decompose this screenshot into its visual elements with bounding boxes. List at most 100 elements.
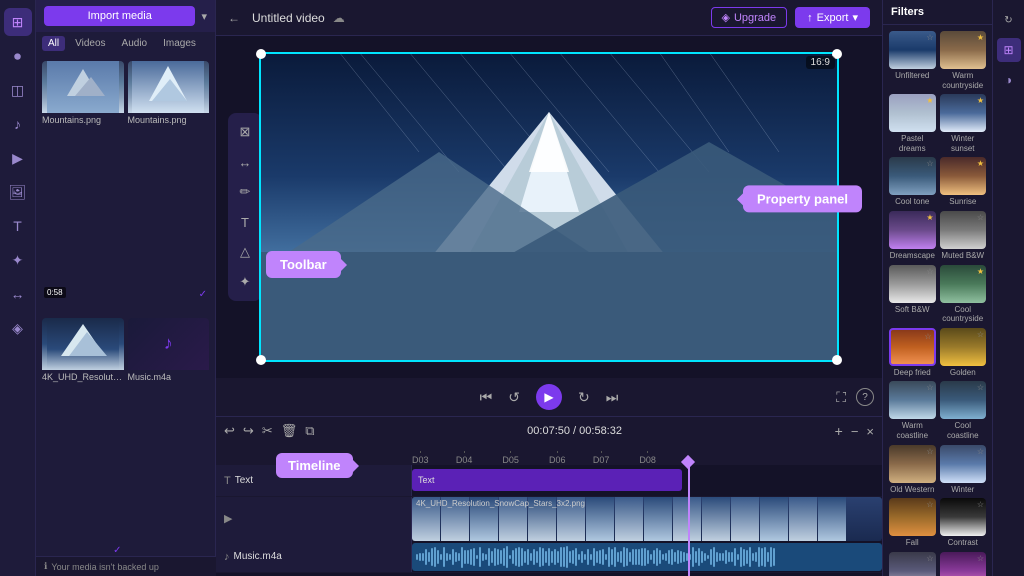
audio-bar — [596, 551, 598, 563]
favorite-icon: ★ — [977, 33, 984, 42]
audio-clip[interactable]: // Generate audio bars - will be added d… — [412, 543, 882, 571]
video-frame — [731, 497, 759, 541]
list-item[interactable]: ☆Cool coastline — [940, 381, 987, 440]
timeline-close-button[interactable]: × — [866, 424, 874, 439]
help-button[interactable]: ? — [856, 388, 874, 406]
video-track-icon: ▶ — [224, 512, 232, 525]
audio-bar — [671, 549, 673, 565]
audio-bar — [752, 553, 754, 562]
import-media-button[interactable]: Import media — [44, 6, 195, 26]
audio-bar — [656, 548, 658, 566]
back-icon[interactable]: ← — [228, 11, 240, 25]
list-item[interactable]: ★Sunrise — [940, 157, 987, 207]
list-item[interactable]: 0:58 Mountains.png — [42, 61, 124, 314]
info-icon: ℹ — [44, 561, 47, 572]
list-item[interactable]: ✓ Mountains.png — [128, 61, 210, 314]
export-button[interactable]: ↑ Export ▾ — [795, 7, 870, 28]
sticker-button[interactable]: ✦ — [232, 269, 258, 295]
sidebar-item-stock-images[interactable]: 🖼 — [4, 178, 32, 206]
list-item[interactable]: ★Pastel dreams — [889, 94, 936, 153]
sidebar-filters-icon[interactable]: ⊞ — [997, 38, 1021, 62]
list-item[interactable]: ☆Muted B&W — [940, 211, 987, 261]
sidebar-item-templates[interactable]: ◫ — [4, 76, 32, 104]
timeline-playhead[interactable] — [688, 465, 690, 576]
list-item[interactable]: ☆Soft B&W — [889, 265, 936, 324]
video-clip-label: 4K_UHD_Resolution_SnowCap_Stars_3x2.png — [416, 499, 585, 508]
sidebar-item-brand[interactable]: ◈ — [4, 314, 32, 342]
audio-bar — [716, 552, 718, 562]
skip-start-button[interactable]: ⏮ — [480, 389, 493, 406]
video-frame — [702, 497, 730, 541]
redo-button[interactable]: ↪ — [243, 423, 254, 439]
list-item[interactable]: ✓ 4K_UHD_Resolutio... — [42, 318, 124, 571]
sidebar-item-media[interactable]: ⊞ — [4, 8, 32, 36]
list-item[interactable]: ★Dreamscape — [889, 211, 936, 261]
duplicate-button[interactable]: ⧉ — [305, 423, 314, 439]
audio-bar — [674, 552, 676, 561]
media-tab-videos[interactable]: Videos — [69, 36, 111, 51]
sidebar-item-record[interactable]: ⏺ — [4, 42, 32, 70]
list-item[interactable]: ♪ Music.m4a — [128, 318, 210, 571]
list-item[interactable]: ☆Deep fried — [889, 328, 936, 378]
upgrade-button[interactable]: ◈ Upgrade — [711, 7, 788, 28]
draw-button[interactable]: ✏ — [232, 179, 258, 205]
sidebar-item-text[interactable]: T — [4, 212, 32, 240]
list-item[interactable]: ☆Warm coastline — [889, 381, 936, 440]
transform-button[interactable]: ↔ — [232, 149, 258, 175]
filter-thumbnail: ☆ — [889, 498, 936, 536]
list-item[interactable]: ★Winter sunset — [940, 94, 987, 153]
list-item[interactable]: ☆Old Western — [889, 445, 936, 495]
list-item[interactable]: ☆Contrast — [940, 498, 987, 548]
fast-forward-button[interactable]: ↻ — [578, 389, 590, 406]
track-body-video[interactable]: 4K_UHD_Resolution_SnowCap_Stars_3x2.png — [412, 497, 882, 541]
video-frame — [615, 497, 643, 541]
media-tab-images[interactable]: Images — [157, 36, 202, 51]
list-item[interactable]: ☆Unfiltered — [889, 31, 936, 90]
sidebar-item-transitions[interactable]: ↔ — [4, 280, 32, 308]
skip-end-button[interactable]: ⏭ — [606, 389, 619, 406]
sidebar-item-graphics[interactable]: ✦ — [4, 246, 32, 274]
favorite-icon: ★ — [926, 213, 933, 222]
audio-bar — [713, 547, 715, 567]
play-button[interactable]: ▶ — [536, 384, 562, 410]
video-clip[interactable]: 4K_UHD_Resolution_SnowCap_Stars_3x2.png — [412, 497, 882, 541]
rewind-button[interactable]: ↺ — [508, 389, 520, 406]
sidebar-adjust-icon[interactable]: ◑ — [997, 68, 1021, 92]
text-clip[interactable]: Text — [412, 469, 682, 491]
filter-thumbnail: ★ — [940, 265, 987, 303]
list-item[interactable]: ☆35mm — [889, 552, 936, 576]
sidebar-item-music[interactable]: ♪ — [4, 110, 32, 138]
list-item[interactable]: ★Cool countryside — [940, 265, 987, 324]
track-body-text[interactable]: Text — [412, 465, 882, 496]
media-options-icon[interactable]: ▾ — [201, 10, 207, 23]
list-item[interactable]: ★Warm countryside — [940, 31, 987, 90]
list-item[interactable]: ☆Fall — [889, 498, 936, 548]
fullscreen-button[interactable]: ⛶ — [836, 389, 846, 406]
audio-bar — [767, 552, 769, 563]
add-track-button[interactable]: + — [835, 423, 843, 439]
media-tab-audio[interactable]: Audio — [116, 36, 154, 51]
sidebar-turn-icon[interactable]: ↻ — [997, 8, 1021, 32]
audio-bar — [740, 547, 742, 567]
audio-bar — [650, 554, 652, 560]
crop-tool-button[interactable]: ⊠ — [232, 119, 258, 145]
sidebar-item-stock-video[interactable]: ▶ — [4, 144, 32, 172]
delete-button[interactable]: 🗑 — [281, 423, 298, 439]
cut-button[interactable]: ✂ — [262, 423, 273, 439]
audio-bar — [464, 550, 466, 564]
list-item[interactable]: ☆Euphoric — [940, 552, 987, 576]
shape-button[interactable]: △ — [232, 239, 258, 265]
text-tool-button[interactable]: T — [232, 209, 258, 235]
audio-bar — [641, 548, 643, 566]
table-row: ♪ Music.m4a // Generate audio bars - wil… — [216, 541, 882, 573]
track-body-audio[interactable]: // Generate audio bars - will be added d… — [412, 541, 882, 572]
filter-label: Muted B&W — [940, 251, 987, 261]
list-item[interactable]: ☆Winter — [940, 445, 987, 495]
media-tab-all[interactable]: All — [42, 36, 65, 51]
list-item[interactable]: ☆Golden — [940, 328, 987, 378]
list-item[interactable]: ☆Cool tone — [889, 157, 936, 207]
undo-button[interactable]: ↩ — [224, 423, 235, 439]
timeline-options-button[interactable]: − — [851, 424, 859, 439]
audio-bar — [704, 553, 706, 561]
audio-bar — [611, 549, 613, 565]
